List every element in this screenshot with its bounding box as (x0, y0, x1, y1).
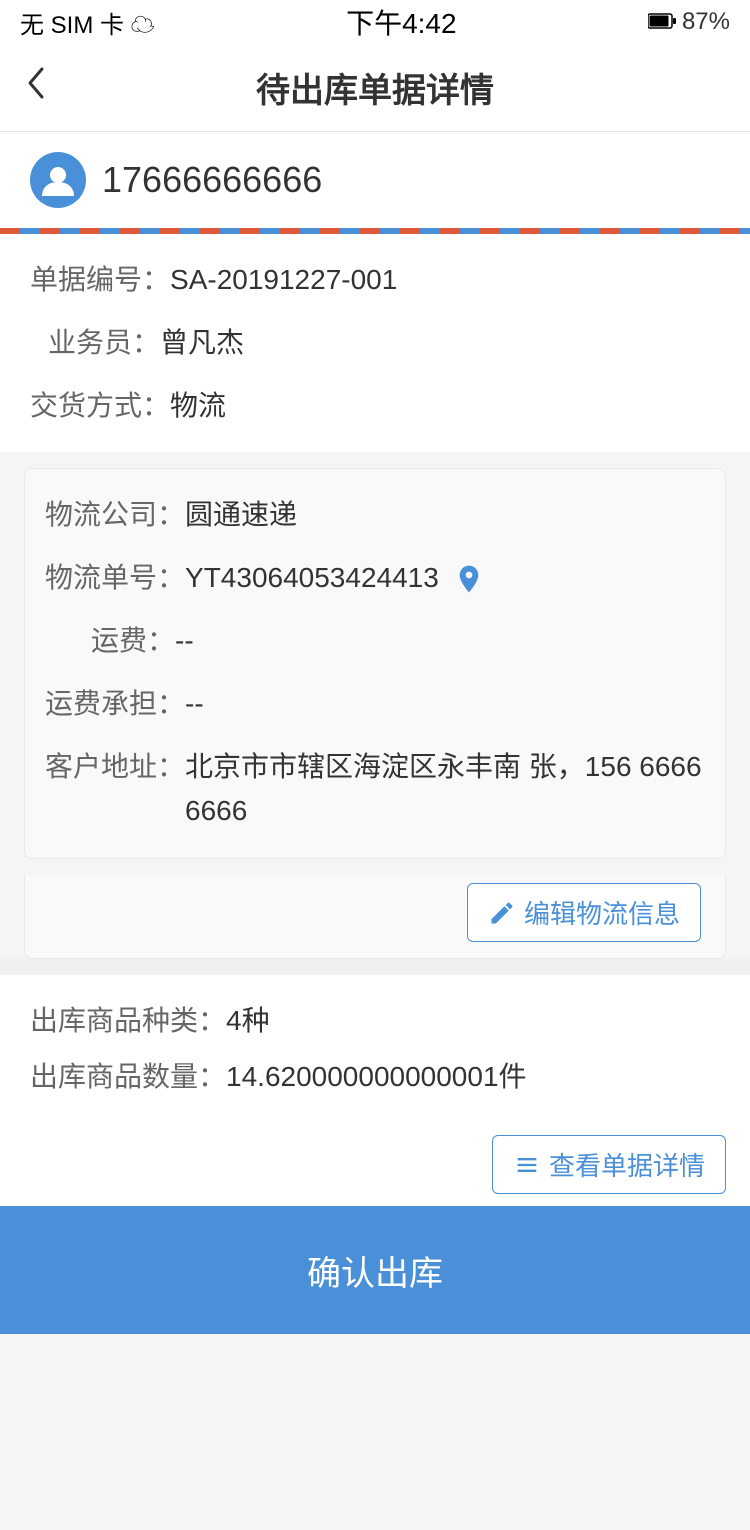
goods-type-label: 出库商品种类： (30, 999, 226, 1039)
freight-label: 运费： (45, 619, 175, 664)
logistics-card: 物流公司： 圆通速递 物流单号： YT43064053424413 运费： -- (24, 468, 726, 859)
confirm-button[interactable]: 确认出库 (30, 1226, 720, 1314)
confirm-label: 确认出库 (307, 1246, 443, 1295)
freight-bear-row: 运费承担： -- (45, 682, 705, 727)
back-button[interactable] (24, 63, 48, 112)
doc-number-label: 单据编号： (30, 258, 170, 303)
address-label: 客户地址： (45, 745, 185, 790)
freight-bear-label: 运费承担： (45, 682, 185, 727)
delivery-row: 交货方式： 物流 (30, 384, 720, 429)
delivery-label: 交货方式： (30, 384, 170, 429)
doc-number-row: 单据编号： SA-20191227-001 (30, 258, 720, 303)
goods-quantity-label: 出库商品数量： (30, 1055, 226, 1095)
edit-logistics-label: 编辑物流信息 (524, 894, 680, 931)
view-detail-button[interactable]: 查看单据详情 (492, 1135, 726, 1194)
logistics-company-row: 物流公司： 圆通速递 (45, 493, 705, 538)
location-icon[interactable] (451, 561, 487, 597)
status-left: 无 SIM 卡 ☁ (20, 5, 155, 40)
delivery-value: 物流 (170, 384, 720, 429)
logistics-tracking-label: 物流单号： (45, 556, 185, 601)
logistics-tracking-row: 物流单号： YT43064053424413 (45, 556, 705, 601)
confirm-btn-area: 确认出库 (0, 1206, 750, 1334)
freight-value: -- (175, 619, 705, 664)
page-title: 待出库单据详情 (256, 63, 494, 112)
status-time: 下午4:42 (346, 2, 457, 42)
avatar (30, 152, 86, 208)
edit-btn-row: 编辑物流信息 (24, 875, 726, 959)
goods-type-value: 4种 (226, 999, 270, 1039)
freight-bear-value: -- (185, 682, 705, 727)
battery-icon (648, 8, 676, 36)
customer-phone: 17666666666 (102, 159, 322, 201)
edit-logistics-button[interactable]: 编辑物流信息 (467, 883, 701, 942)
edit-icon (488, 899, 516, 927)
doc-number-value: SA-20191227-001 (170, 258, 720, 303)
logistics-company-label: 物流公司： (45, 493, 185, 538)
detail-btn-row: 查看单据详情 (0, 1119, 750, 1210)
nav-bar: 待出库单据详情 (0, 44, 750, 132)
salesman-row: 业务员： 曾凡杰 (30, 321, 720, 366)
goods-type-row: 出库商品种类： 4种 (30, 999, 720, 1039)
status-right: 87% (648, 8, 730, 36)
section-gap (0, 959, 750, 975)
freight-row: 运费： -- (45, 619, 705, 664)
battery-percent: 87% (682, 8, 730, 36)
tracking-number-text: YT43064053424413 (185, 556, 439, 601)
address-value: 北京市市辖区海淀区永丰南 张，156 6666 6666 (185, 745, 705, 835)
detail-icon (513, 1151, 541, 1179)
address-row: 客户地址： 北京市市辖区海淀区永丰南 张，156 6666 6666 (45, 745, 705, 835)
goods-quantity-value: 14.620000000000001件 (226, 1055, 527, 1095)
doc-info-section: 单据编号： SA-20191227-001 业务员： 曾凡杰 交货方式： 物流 (0, 234, 750, 452)
user-icon (40, 162, 76, 198)
sim-status: 无 SIM 卡 ☁ (20, 5, 155, 40)
logistics-company-value: 圆通速递 (185, 493, 705, 538)
view-detail-label: 查看单据详情 (549, 1146, 705, 1183)
goods-quantity-row: 出库商品数量： 14.620000000000001件 (30, 1055, 720, 1095)
status-bar: 无 SIM 卡 ☁ 下午4:42 87% (0, 0, 750, 44)
salesman-value: 曾凡杰 (160, 321, 720, 366)
logistics-tracking-value: YT43064053424413 (185, 556, 705, 601)
customer-section: 17666666666 (0, 132, 750, 228)
goods-section: 出库商品种类： 4种 出库商品数量： 14.620000000000001件 (0, 975, 750, 1119)
salesman-label: 业务员： (30, 321, 160, 366)
